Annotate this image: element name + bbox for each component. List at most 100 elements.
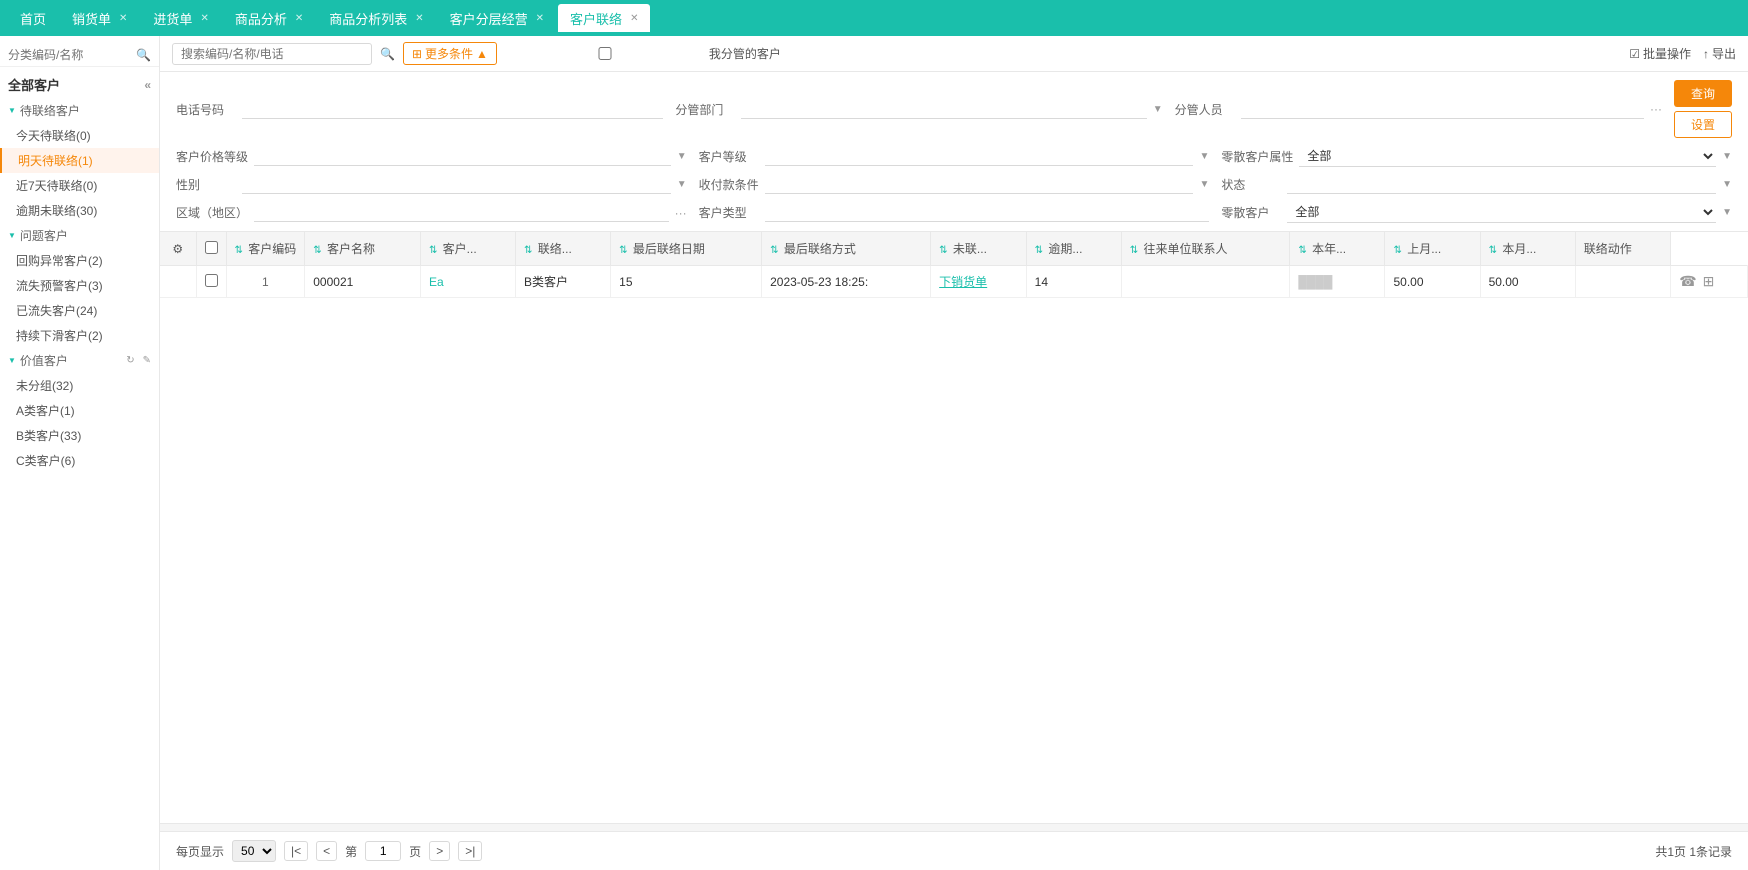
all-customers-header[interactable]: 全部客户 « [0, 71, 159, 98]
sort-contact-person-icon[interactable]: ⇅ [1130, 245, 1138, 256]
sidebar-item-b-class[interactable]: B类客户(33) [0, 423, 159, 448]
toolbar-right: ☑ 批量操作 ↑ 导出 [1629, 45, 1736, 62]
nav-item-purchase[interactable]: 进货单 ✕ [141, 4, 220, 32]
sort-last-month-icon[interactable]: ⇅ [1393, 245, 1401, 256]
sidebar-item-churned[interactable]: 已流失客户(24) [0, 298, 159, 323]
row-check [196, 266, 226, 298]
collapse-icon[interactable]: « [144, 78, 151, 92]
more-filters-button[interactable]: ⊞ 更多条件 ▲ [403, 42, 497, 65]
retail-customer-field: 零散客户 全部 ▼ [1221, 202, 1732, 223]
my-customers-checkbox-label[interactable]: 我分管的客户 [505, 45, 781, 62]
gender-input[interactable] [242, 175, 671, 194]
sort-customer-type-icon[interactable]: ⇅ [429, 245, 437, 256]
sidebar-search-area: 🔍 [0, 44, 159, 67]
sort-name-icon[interactable]: ⇅ [313, 245, 321, 256]
retail-customer-select[interactable]: 全部 [1287, 202, 1716, 223]
sidebar-item-unclassified[interactable]: 未分组(32) [0, 373, 159, 398]
sidebar-item-overdue-pending[interactable]: 逾期未联络(30) [0, 198, 159, 223]
select-all-checkbox[interactable] [205, 241, 218, 254]
dept-input[interactable] [741, 100, 1146, 119]
gear-icon[interactable]: ⚙ [172, 242, 183, 256]
close-customer-contact-icon[interactable]: ✕ [630, 13, 638, 24]
export-button[interactable]: ↑ 导出 [1703, 45, 1736, 62]
sidebar-item-today-pending[interactable]: 今天待联络(0) [0, 123, 159, 148]
retail-customer-label: 零散客户 [1221, 204, 1281, 221]
dept-dropdown-icon[interactable]: ▼ [1153, 104, 1163, 115]
status-input[interactable] [1287, 175, 1716, 194]
nav-item-sales[interactable]: 销货单 ✕ [60, 4, 139, 32]
price-level-dropdown-icon[interactable]: ▼ [677, 151, 687, 162]
value-group-refresh-icon[interactable]: ↻ [126, 355, 134, 366]
action-grid-icon[interactable]: ⊞ [1703, 273, 1715, 290]
first-page-button[interactable]: |< [284, 841, 308, 861]
search-input[interactable] [172, 43, 372, 65]
value-group-edit-icon[interactable]: ✎ [143, 355, 151, 366]
manager-field: 分管人员 ··· [1175, 100, 1662, 119]
payment-input[interactable] [765, 175, 1194, 194]
phone-input[interactable] [242, 100, 663, 119]
sidebar-search-input[interactable] [8, 48, 136, 62]
sidebar-item-tomorrow-pending[interactable]: 明天待联络(1) [0, 148, 159, 173]
sort-overdue-icon[interactable]: ⇅ [1035, 245, 1043, 256]
sort-no-contact-days-icon[interactable]: ⇅ [939, 245, 947, 256]
col-last-contact-method: ⇅ 最后联络方式 [762, 232, 931, 266]
close-customer-tier-icon[interactable]: ✕ [536, 13, 544, 24]
close-sales-icon[interactable]: ✕ [119, 13, 127, 24]
sort-code-icon[interactable]: ⇅ [235, 245, 243, 256]
manager-dots-icon[interactable]: ··· [1650, 102, 1662, 116]
sort-this-year-icon[interactable]: ⇅ [1298, 245, 1306, 256]
sort-contact-count-icon[interactable]: ⇅ [524, 245, 532, 256]
customer-type-input[interactable] [765, 203, 1210, 222]
sidebar-item-repurchase-abnormal[interactable]: 回购异常客户(2) [0, 248, 159, 273]
horizontal-scrollbar[interactable] [160, 823, 1748, 831]
retail-attr-select[interactable]: 全部 [1299, 146, 1716, 167]
customer-price-level-input[interactable] [254, 147, 671, 166]
customer-type-field: 客户类型 [699, 203, 1210, 222]
nav-item-home[interactable]: 首页 [8, 4, 58, 32]
col-action: 联络动作 [1575, 232, 1671, 266]
customer-level-input[interactable] [765, 147, 1194, 166]
my-customers-checkbox[interactable] [505, 47, 705, 60]
gender-dropdown-icon[interactable]: ▼ [677, 179, 687, 190]
prev-page-button[interactable]: < [316, 841, 337, 861]
sidebar-item-7days-pending[interactable]: 近7天待联络(0) [0, 173, 159, 198]
sidebar-item-declining[interactable]: 持续下滑客户(2) [0, 323, 159, 348]
area-input[interactable] [254, 203, 669, 222]
close-product-list-icon[interactable]: ✕ [415, 13, 423, 24]
nav-item-customer-tier[interactable]: 客户分层经营 ✕ [438, 4, 556, 32]
close-purchase-icon[interactable]: ✕ [200, 13, 208, 24]
filter-search-icon[interactable]: 🔍 [380, 47, 395, 61]
sort-last-contact-date-icon[interactable]: ⇅ [619, 245, 627, 256]
sidebar-item-churn-warning[interactable]: 流失预警客户(3) [0, 273, 159, 298]
action-buttons: 查询 设置 [1674, 80, 1732, 138]
set-button[interactable]: 设置 [1674, 111, 1732, 138]
payment-dropdown-icon[interactable]: ▼ [1199, 179, 1209, 190]
nav-item-customer-contact[interactable]: 客户联络 ✕ [558, 4, 650, 32]
adv-filter-row-3: 性别 ▼ 收付款条件 ▼ 状态 ▼ [176, 175, 1732, 194]
sidebar-item-a-class[interactable]: A类客户(1) [0, 398, 159, 423]
manager-input[interactable] [1241, 100, 1644, 119]
level-dropdown-icon[interactable]: ▼ [1199, 151, 1209, 162]
last-page-button[interactable]: >| [458, 841, 482, 861]
nav-item-product-list[interactable]: 商品分析列表 ✕ [317, 4, 435, 32]
query-button[interactable]: 查询 [1674, 80, 1732, 107]
area-dots-icon[interactable]: ··· [675, 206, 687, 220]
sort-this-month-icon[interactable]: ⇅ [1489, 245, 1497, 256]
page-size-select[interactable]: 50 [232, 840, 276, 862]
sidebar-search-icon[interactable]: 🔍 [136, 48, 151, 62]
action-phone-icon[interactable]: ☎ [1679, 273, 1696, 290]
phone-label: 电话号码 [176, 101, 236, 118]
batch-op-button[interactable]: ☑ 批量操作 [1629, 45, 1691, 62]
close-product-analysis-icon[interactable]: ✕ [295, 13, 303, 24]
retail-attr-dropdown-icon[interactable]: ▼ [1722, 151, 1732, 162]
sidebar-item-c-class[interactable]: C类客户(6) [0, 448, 159, 473]
status-dropdown-icon[interactable]: ▼ [1722, 179, 1732, 190]
page-input[interactable] [365, 841, 401, 861]
sort-last-contact-method-icon[interactable]: ⇅ [770, 245, 778, 256]
next-page-button[interactable]: > [429, 841, 450, 861]
nav-item-product-analysis[interactable]: 商品分析 ✕ [223, 4, 315, 32]
row-contact-count: 15 [611, 266, 762, 298]
row-checkbox-0[interactable] [205, 274, 218, 287]
retail-attr-label: 零散客户属性 [1221, 148, 1293, 165]
retail-customer-dropdown-icon[interactable]: ▼ [1722, 207, 1732, 218]
